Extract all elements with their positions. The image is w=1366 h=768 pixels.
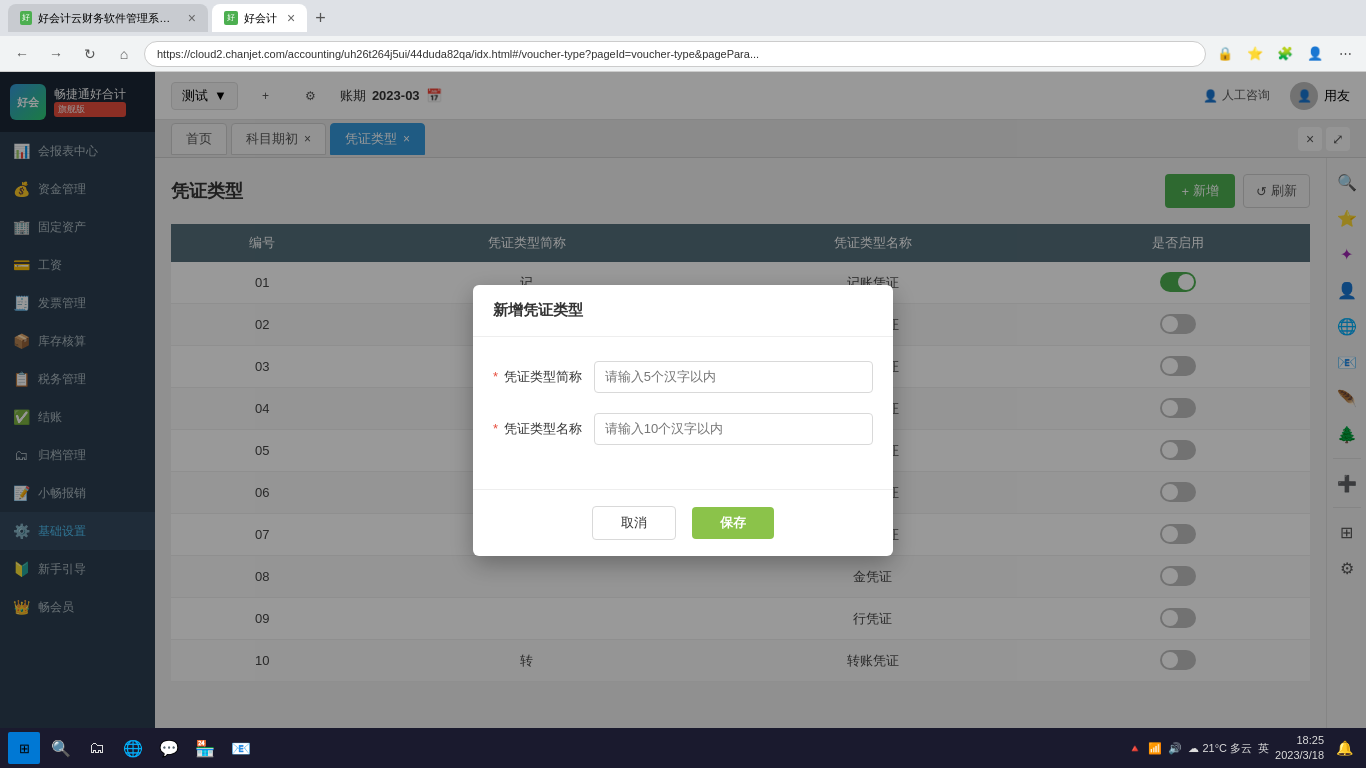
taskbar-email[interactable]: 📧 — [226, 733, 256, 763]
url-input[interactable]: https://cloud2.chanjet.com/accounting/uh… — [144, 41, 1206, 67]
tray-expand[interactable]: 🔺 — [1128, 742, 1142, 755]
abbr-required: * — [493, 369, 498, 384]
bookmark-icon[interactable]: ⭐ — [1242, 41, 1268, 67]
menu-icon[interactable]: ⋯ — [1332, 41, 1358, 67]
tab1-favicon: 好 — [20, 11, 32, 25]
cancel-button[interactable]: 取消 — [592, 506, 676, 540]
tab-bar: 好 好会计云财务软件管理系统_会计 × 好 好会计 × + — [0, 0, 1366, 36]
modal-body: * 凭证类型简称 * 凭证类型名称 — [473, 337, 893, 489]
browser-tab-1[interactable]: 好 好会计云财务软件管理系统_会计 × — [8, 4, 208, 32]
extensions-icon[interactable]: 🧩 — [1272, 41, 1298, 67]
taskbar-file-explorer[interactable]: 🗂 — [82, 733, 112, 763]
start-button[interactable]: ⊞ — [8, 732, 40, 764]
save-button[interactable]: 保存 — [692, 507, 774, 539]
taskbar-chrome[interactable]: 🌐 — [118, 733, 148, 763]
tab2-title: 好会计 — [244, 11, 277, 26]
notification-button[interactable]: 🔔 — [1330, 734, 1358, 762]
form-row-name: * 凭证类型名称 — [493, 413, 873, 445]
tab1-title: 好会计云财务软件管理系统_会计 — [38, 11, 178, 26]
form-row-abbr: * 凭证类型简称 — [493, 361, 873, 393]
abbr-input[interactable] — [594, 361, 873, 393]
name-label-text: 凭证类型名称 — [504, 421, 582, 436]
profile-icon[interactable]: 👤 — [1302, 41, 1328, 67]
modal-footer: 取消 保存 — [473, 489, 893, 556]
tab2-favicon: 好 — [224, 11, 238, 25]
home-button[interactable]: ⌂ — [110, 40, 138, 68]
name-label: * 凭证类型名称 — [493, 420, 582, 438]
taskbar-wechat[interactable]: 💬 — [154, 733, 184, 763]
weather-info: ☁ 21°C 多云 — [1188, 741, 1252, 756]
taskbar-clock[interactable]: 18:25 2023/3/18 — [1275, 733, 1324, 764]
taskbar-search[interactable]: 🔍 — [46, 733, 76, 763]
name-required: * — [493, 421, 498, 436]
new-tab-button[interactable]: + — [311, 8, 330, 29]
modal-title: 新增凭证类型 — [493, 301, 583, 318]
clock-date: 2023/3/18 — [1275, 748, 1324, 763]
tray-network[interactable]: 📶 — [1148, 742, 1162, 755]
taskbar-sys-tray: 🔺 📶 🔊 ☁ 21°C 多云 英 — [1128, 741, 1269, 756]
modal-header: 新增凭证类型 — [473, 285, 893, 337]
modal-overlay: 新增凭证类型 * 凭证类型简称 * — [155, 158, 1366, 768]
tab2-close[interactable]: × — [287, 10, 295, 26]
abbr-label: * 凭证类型简称 — [493, 368, 582, 386]
refresh-button[interactable]: ↻ — [76, 40, 104, 68]
tab1-close[interactable]: × — [188, 10, 196, 26]
abbr-label-text: 凭证类型简称 — [504, 369, 582, 384]
forward-button[interactable]: → — [42, 40, 70, 68]
tray-lang[interactable]: 英 — [1258, 741, 1269, 756]
add-voucher-type-modal: 新增凭证类型 * 凭证类型简称 * — [473, 285, 893, 556]
back-button[interactable]: ← — [8, 40, 36, 68]
taskbar: ⊞ 🔍 🗂 🌐 💬 🏪 📧 🔺 📶 🔊 ☁ 21°C 多云 英 18:25 20… — [0, 728, 1366, 768]
browser-chrome: 好 好会计云财务软件管理系统_会计 × 好 好会计 × + ← → ↻ ⌂ ht… — [0, 0, 1366, 72]
tray-sound[interactable]: 🔊 — [1168, 742, 1182, 755]
name-input[interactable] — [594, 413, 873, 445]
app-container: 好会 畅捷通好合计 旗舰版 📊 会报表中心 💰 资金管理 🏢 固定资产 💳 工资 — [0, 72, 1366, 768]
clock-time: 18:25 — [1275, 733, 1324, 748]
security-icon[interactable]: 🔒 — [1212, 41, 1238, 67]
address-bar: ← → ↻ ⌂ https://cloud2.chanjet.com/accou… — [0, 36, 1366, 72]
taskbar-store[interactable]: 🏪 — [190, 733, 220, 763]
address-actions: 🔒 ⭐ 🧩 👤 ⋯ — [1212, 41, 1358, 67]
browser-tab-2[interactable]: 好 好会计 × — [212, 4, 307, 32]
